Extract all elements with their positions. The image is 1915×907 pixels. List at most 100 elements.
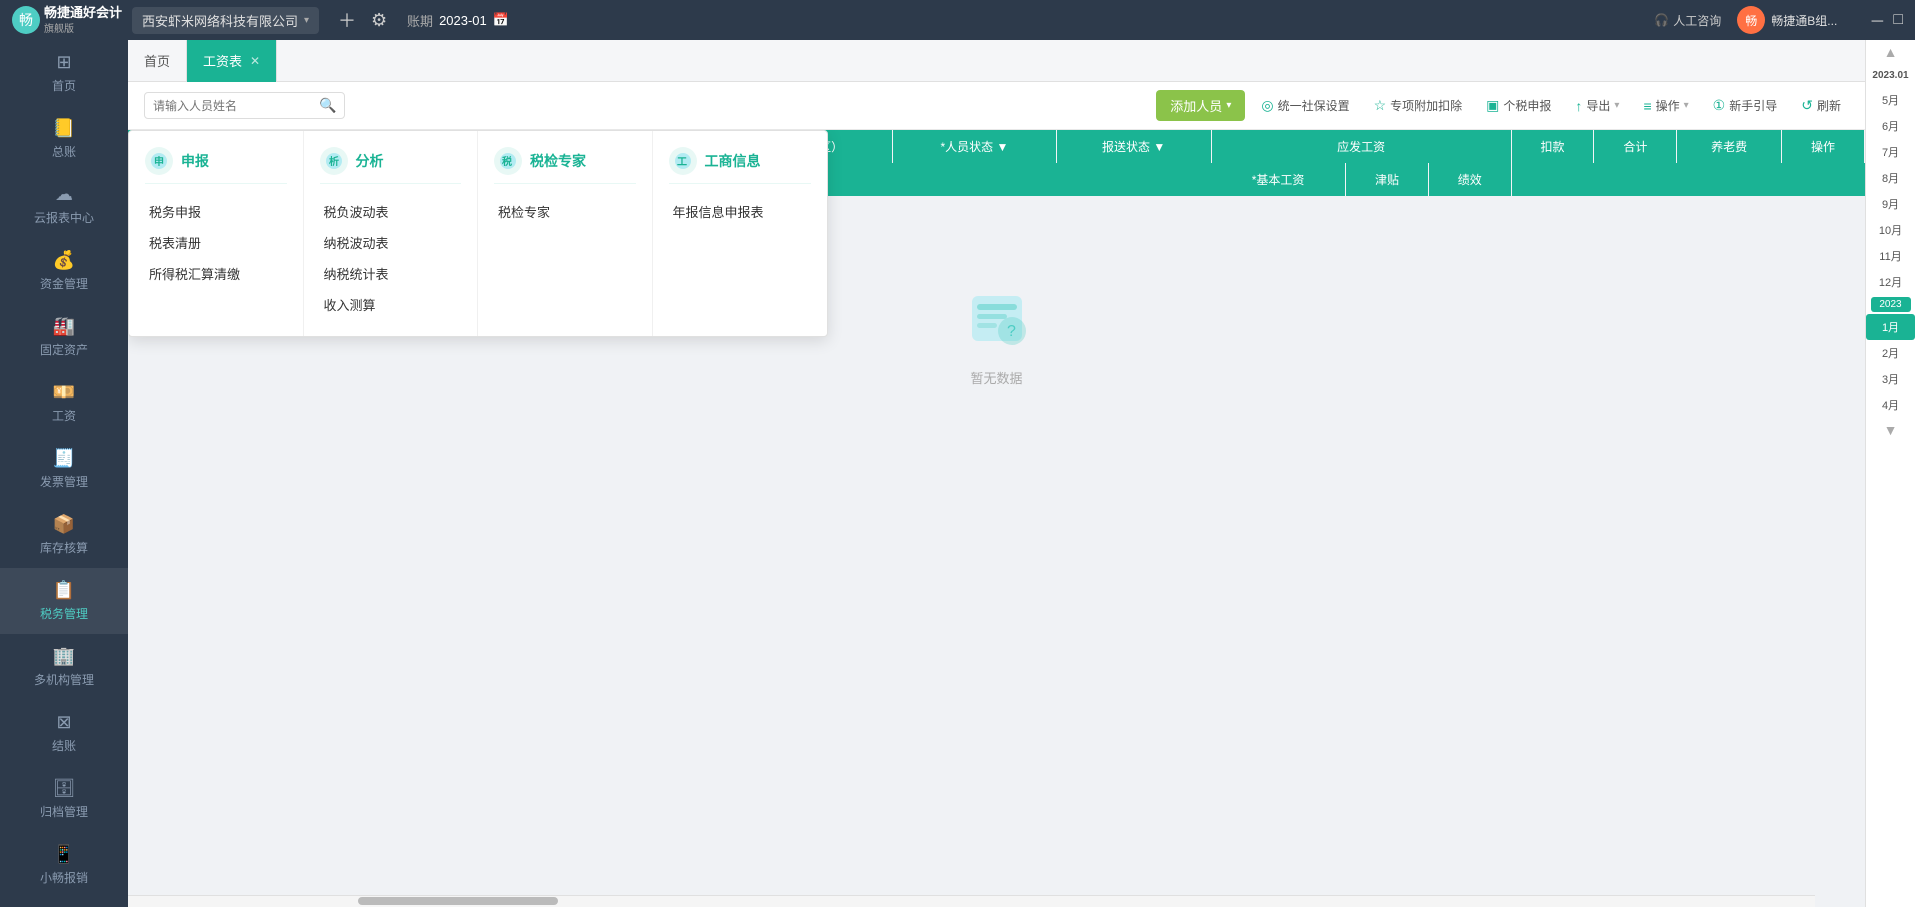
refresh-label: 刷新 [1817, 97, 1841, 114]
sidebar-label-fund: 资金管理 [40, 275, 88, 292]
add-button[interactable]: ＋ [335, 8, 359, 32]
inventory-icon: 📦 [53, 514, 75, 535]
down-arrow-icon[interactable]: ▼ [1866, 418, 1915, 442]
menu-item-tax-expert[interactable]: 税检专家 [494, 196, 636, 227]
sidebar-item-ledger[interactable]: 📒 总账 [0, 106, 128, 172]
main-layout: ⊞ 首页 📒 总账 ☁ 云报表中心 💰 资金管理 🏭 固定资产 💴 工资 🧾 发… [0, 40, 1915, 907]
popup-section-tax-expert: 税 税检专家 税检专家 [478, 131, 653, 336]
sidebar-item-salary[interactable]: 💴 工资 [0, 370, 128, 436]
sidebar-item-inventory[interactable]: 📦 库存核算 [0, 502, 128, 568]
up-arrow-icon[interactable]: ▲ [1866, 40, 1915, 64]
month-7[interactable]: 7月 [1866, 139, 1915, 165]
month-1-current[interactable]: 1月 [1866, 314, 1915, 340]
horizontal-scrollbar[interactable] [128, 895, 1815, 907]
calendar-icon[interactable]: 📅 [493, 12, 509, 28]
social-insurance-action[interactable]: ◎ 统一社保设置 [1253, 93, 1357, 118]
company-name: 西安虾米网络科技有限公司 [142, 11, 298, 30]
section-title-expert: 税检专家 [530, 151, 586, 171]
popup-section-header-analysis: 析 分析 [320, 147, 462, 184]
sidebar-item-invoice[interactable]: 🧾 发票管理 [0, 436, 128, 502]
invoice-icon: 🧾 [53, 448, 75, 469]
month-3[interactable]: 3月 [1866, 366, 1915, 392]
social-insurance-icon: ◎ [1261, 97, 1273, 114]
month-6[interactable]: 6月 [1866, 113, 1915, 139]
op-arrow-icon: ▾ [1684, 100, 1689, 111]
maximize-button[interactable]: □ [1893, 11, 1903, 29]
refresh-action[interactable]: ↺ 刷新 [1793, 93, 1849, 118]
minimize-button[interactable]: － [1869, 8, 1885, 32]
settings-icon[interactable]: ⚙ [367, 8, 391, 32]
month-12[interactable]: 12月 [1866, 269, 1915, 295]
sidebar-item-assets[interactable]: 🏭 固定资产 [0, 304, 128, 370]
sidebar-item-tax[interactable]: 📋 税务管理 [0, 568, 128, 634]
month-11[interactable]: 11月 [1866, 243, 1915, 269]
service-button[interactable]: 🎧 人工咨询 [1654, 12, 1721, 29]
cloud-icon: ☁ [55, 184, 73, 205]
th-performance: 绩效 [1428, 163, 1511, 196]
toolbar: 🔍 添加人员 ▾ ◎ 统一社保设置 ☆ 专项附加扣除 ▣ 个税申报 ↑ 导出 [128, 82, 1865, 130]
month-5[interactable]: 5月 [1866, 87, 1915, 113]
search-wrap: 🔍 [144, 92, 345, 119]
sidebar-label-cloud: 云报表中心 [34, 209, 94, 226]
menu-item-tax-report[interactable]: 税务申报 [145, 196, 287, 227]
sidebar-label-multi-org: 多机构管理 [34, 671, 94, 688]
company-selector[interactable]: 西安虾米网络科技有限公司 ▾ [132, 7, 319, 34]
menu-item-income-tax[interactable]: 所得税汇算清缴 [145, 258, 287, 289]
biz-icon: 工 [669, 147, 697, 175]
tab-close-icon[interactable]: ✕ [250, 54, 260, 68]
search-input[interactable] [153, 99, 313, 113]
menu-item-tax-stats[interactable]: 纳税统计表 [320, 258, 462, 289]
analysis-icon: 析 [320, 147, 348, 175]
sidebar-label-close: 结账 [52, 737, 76, 754]
tab-salary[interactable]: 工资表 ✕ [187, 40, 277, 82]
popup-section-header-biz: 工 工商信息 [669, 147, 812, 184]
section-title-analysis: 分析 [356, 151, 384, 171]
section-title-biz: 工商信息 [705, 151, 761, 171]
sidebar-item-multi-org[interactable]: 🏢 多机构管理 [0, 634, 128, 700]
fund-icon: 💰 [53, 250, 75, 271]
svg-text:?: ? [1007, 323, 1016, 340]
popup-section-analysis: 析 分析 税负波动表 纳税波动表 纳税统计表 收入测算 [304, 131, 479, 336]
guide-action[interactable]: ① 新手引导 [1705, 93, 1786, 118]
menu-item-tax-burden[interactable]: 税负波动表 [320, 196, 462, 227]
menu-item-tax-form[interactable]: 税表清册 [145, 227, 287, 258]
sidebar-item-close[interactable]: ⊠ 结账 [0, 700, 128, 766]
special-deduction-action[interactable]: ☆ 专项附加扣除 [1366, 93, 1471, 118]
add-person-button[interactable]: 添加人员 ▾ [1156, 90, 1245, 121]
table-area: 工号 ↕ *姓名 *部门 *证据类型 *证据号码 国籍（地区） *人员状态 ▼ … [128, 130, 1865, 907]
home-tab-label: 首页 [144, 51, 170, 70]
th-salary-group: 应发工资 [1211, 130, 1511, 163]
sidebar-item-home[interactable]: ⊞ 首页 [0, 40, 128, 106]
tax-icon: 📋 [53, 580, 75, 601]
chevron-down-icon: ▾ [304, 15, 309, 26]
sidebar: ⊞ 首页 📒 总账 ☁ 云报表中心 💰 资金管理 🏭 固定资产 💴 工资 🧾 发… [0, 40, 128, 907]
popup-section-biz-info: 工 工商信息 年报信息申报表 [653, 131, 828, 336]
search-icon[interactable]: 🔍 [319, 97, 336, 114]
tab-home[interactable]: 首页 [128, 40, 187, 82]
export-label: 导出 [1586, 97, 1610, 114]
month-2[interactable]: 2月 [1866, 340, 1915, 366]
sidebar-label-assets: 固定资产 [40, 341, 88, 358]
month-10[interactable]: 10月 [1866, 217, 1915, 243]
menu-item-annual-report[interactable]: 年报信息申报表 [669, 196, 812, 227]
month-8[interactable]: 8月 [1866, 165, 1915, 191]
th-deduct: 扣款 [1511, 130, 1594, 163]
user-area[interactable]: 畅 畅捷通B组... [1737, 6, 1837, 34]
sidebar-item-mini-report[interactable]: 📱 小畅报销 [0, 832, 128, 898]
sidebar-item-cloud-report[interactable]: ☁ 云报表中心 [0, 172, 128, 238]
menu-item-income-calc[interactable]: 收入测算 [320, 289, 462, 320]
month-9[interactable]: 9月 [1866, 191, 1915, 217]
sidebar-item-settings[interactable]: ⚙ 基础设置 [0, 898, 128, 907]
operation-action[interactable]: ≡ 操作 ▾ [1635, 93, 1696, 118]
mini-report-icon: 📱 [53, 844, 75, 865]
scrollbar-thumb[interactable] [358, 897, 558, 905]
export-action[interactable]: ↑ 导出 ▾ [1567, 93, 1627, 118]
tax-report-action[interactable]: ▣ 个税申报 [1478, 93, 1559, 118]
sidebar-item-archive[interactable]: 🗄 归档管理 [0, 766, 128, 832]
sidebar-label-ledger: 总账 [52, 143, 76, 160]
sidebar-item-fund[interactable]: 💰 资金管理 [0, 238, 128, 304]
menu-item-tax-dynamic[interactable]: 纳税波动表 [320, 227, 462, 258]
operation-icon: ≡ [1643, 98, 1651, 114]
month-4[interactable]: 4月 [1866, 392, 1915, 418]
top-bar-right: 🎧 人工咨询 畅 畅捷通B组... － □ [1654, 6, 1903, 34]
